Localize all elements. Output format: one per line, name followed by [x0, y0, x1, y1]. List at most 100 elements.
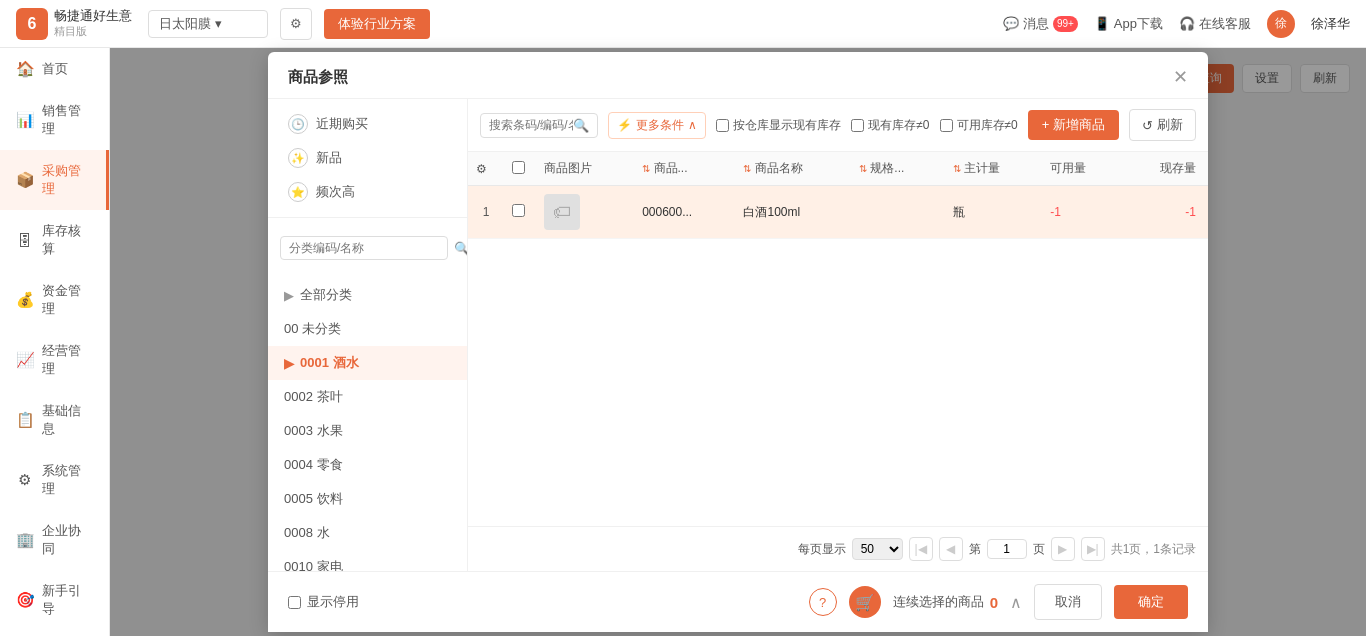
select-all-checkbox[interactable] [512, 161, 525, 174]
next-page-button[interactable]: ▶ [1051, 537, 1075, 561]
first-page-button[interactable]: |◀ [909, 537, 933, 561]
warehouse-checkbox-label[interactable]: 按仓库显示现有库存 [716, 117, 841, 134]
modal-title: 商品参照 [288, 68, 348, 87]
available-ne0-checkbox[interactable] [851, 119, 864, 132]
usable-ne0-checkbox-label[interactable]: 可用库存≠0 [940, 117, 1018, 134]
new-product-item[interactable]: ✨ 新品 [280, 141, 455, 175]
category-0008-label: 0008 水 [284, 524, 330, 542]
right-panel: 🔍 ⚡ 更多条件 ∧ 按仓库显示现有库存 [468, 99, 1208, 571]
search-orange-icon: 🔍 [573, 118, 589, 133]
category-search-icon[interactable]: 🔍 [454, 241, 468, 256]
inventory-icon: 🗄 [16, 231, 34, 249]
page-size-select[interactable]: 50 20 100 [852, 538, 903, 560]
app-download-btn[interactable]: 📱 App下载 [1094, 15, 1163, 33]
row-available: -1 [1042, 186, 1122, 239]
last-page-button[interactable]: ▶| [1081, 537, 1105, 561]
product-image: 🏷 [544, 194, 580, 230]
col-code-header[interactable]: ⇅ 商品... [634, 152, 735, 186]
col-spec-header[interactable]: ⇅ 规格... [851, 152, 945, 186]
frequent-item[interactable]: ⭐ 频次高 [280, 175, 455, 209]
table-header-row: ⚙ 商品图片 [468, 152, 1208, 186]
sidebar-item-business[interactable]: 📈 经营管理 [0, 330, 109, 390]
experience-button[interactable]: 体验行业方案 [324, 9, 430, 39]
prev-page-button[interactable]: ◀ [939, 537, 963, 561]
chevron-up-icon: ∧ [688, 118, 697, 132]
row-select-checkbox[interactable] [512, 204, 525, 217]
sidebar-item-finance[interactable]: 💰 资金管理 [0, 270, 109, 330]
category-0002[interactable]: 0002 茶叶 [268, 380, 467, 414]
more-filter-button[interactable]: ⚡ 更多条件 ∧ [608, 112, 706, 139]
business-icon: 📈 [16, 351, 34, 369]
sidebar-item-enterprise[interactable]: 🏢 企业协同 [0, 510, 109, 570]
sidebar-item-apps[interactable]: 📱 应用中心 [0, 630, 109, 636]
page-number-input[interactable] [987, 539, 1027, 559]
settings-icon-btn[interactable]: ⚙ [280, 8, 312, 40]
confirm-button[interactable]: 确定 [1114, 585, 1188, 619]
help-button[interactable]: ? [809, 588, 837, 616]
product-table-container: ⚙ 商品图片 [468, 152, 1208, 526]
category-0003[interactable]: 0003 水果 [268, 414, 467, 448]
sidebar-label-inventory: 库存核算 [42, 222, 93, 258]
sidebar-item-inventory[interactable]: 🗄 库存核算 [0, 210, 109, 270]
display-stopped-checkbox[interactable] [288, 596, 301, 609]
column-settings-icon[interactable]: ⚙ [476, 162, 487, 176]
gear-icon: ⚙ [290, 16, 302, 31]
refresh-button[interactable]: ↺ 刷新 [1129, 109, 1196, 141]
enterprise-icon: 🏢 [16, 531, 34, 549]
arrow-active-icon: ▶ [284, 356, 294, 371]
row-seq: 1 [468, 186, 504, 239]
warehouse-checkbox[interactable] [716, 119, 729, 132]
sidebar-item-home[interactable]: 🏠 首页 [0, 48, 109, 90]
col-name-header[interactable]: ⇅ 商品名称 [735, 152, 851, 186]
add-product-button[interactable]: + 新增商品 [1028, 110, 1119, 140]
sidebar-item-system[interactable]: ⚙ 系统管理 [0, 450, 109, 510]
edition-label: 精目版 [54, 24, 132, 39]
continuous-text: 连续选择的商品 [893, 593, 984, 611]
collapse-footer-button[interactable]: ∧ [1010, 593, 1022, 612]
category-0004[interactable]: 0004 零食 [268, 448, 467, 482]
product-search-input[interactable] [489, 118, 573, 132]
nav-dropdown[interactable]: 日太阳膜 ▾ [148, 10, 268, 38]
avatar[interactable]: 徐 [1267, 10, 1295, 38]
message-btn[interactable]: 💬 消息 99+ [1003, 15, 1078, 33]
cancel-button[interactable]: 取消 [1034, 584, 1102, 620]
recent-purchase-item[interactable]: 🕒 近期购买 [280, 107, 455, 141]
company-name: 畅捷通好生意 [54, 8, 132, 24]
table-row[interactable]: 1 🏷 [468, 186, 1208, 239]
sidebar-item-purchase[interactable]: 📦 采购管理 [0, 150, 109, 210]
product-search-bar[interactable]: 🔍 [480, 113, 598, 138]
usable-ne0-text: 可用库存≠0 [957, 117, 1018, 134]
online-service-btn[interactable]: 🎧 在线客服 [1179, 15, 1251, 33]
page-size-label: 每页显示 [798, 541, 846, 558]
category-0001-label: 0001 酒水 [300, 354, 359, 372]
col-settings[interactable]: ⚙ [468, 152, 504, 186]
system-icon: ⚙ [16, 471, 34, 489]
col-unit-header[interactable]: ⇅ 主计量 [945, 152, 1042, 186]
shopping-cart-icon: 🛒 [855, 593, 875, 612]
category-00[interactable]: 00 未分类 [268, 312, 467, 346]
category-0010[interactable]: 0010 家电 [268, 550, 467, 571]
category-search-input[interactable] [280, 236, 448, 260]
sidebar-label-finance: 资金管理 [42, 282, 93, 318]
sidebar-item-sales[interactable]: 📊 销售管理 [0, 90, 109, 150]
filter-label: 更多条件 [636, 117, 684, 134]
sidebar-item-basic[interactable]: 📋 基础信息 [0, 390, 109, 450]
category-0008[interactable]: 0008 水 [268, 516, 467, 550]
usable-ne0-checkbox[interactable] [940, 119, 953, 132]
available-ne0-checkbox-label[interactable]: 现有库存≠0 [851, 117, 929, 134]
category-search-row: 🔍 [268, 228, 468, 268]
cart-icon-button[interactable]: 🛒 [849, 586, 881, 618]
category-0005[interactable]: 0005 饮料 [268, 482, 467, 516]
row-img: 🏷 [536, 186, 634, 239]
category-all[interactable]: ▶ 全部分类 [268, 278, 467, 312]
modal-close-button[interactable]: ✕ [1173, 66, 1188, 88]
sidebar-item-guide[interactable]: 🎯 新手引导 [0, 570, 109, 630]
continuous-selection-label: 连续选择的商品 0 [893, 593, 998, 611]
sales-icon: 📊 [16, 111, 34, 129]
row-checkbox[interactable] [504, 186, 536, 239]
category-0001[interactable]: ▶ 0001 酒水 [268, 346, 467, 380]
purchase-icon: 📦 [16, 171, 34, 189]
sidebar-label-enterprise: 企业协同 [42, 522, 93, 558]
modal-body: 🕒 近期购买 ✨ 新品 ⭐ 频次高 [268, 99, 1208, 571]
row-spec [851, 186, 945, 239]
